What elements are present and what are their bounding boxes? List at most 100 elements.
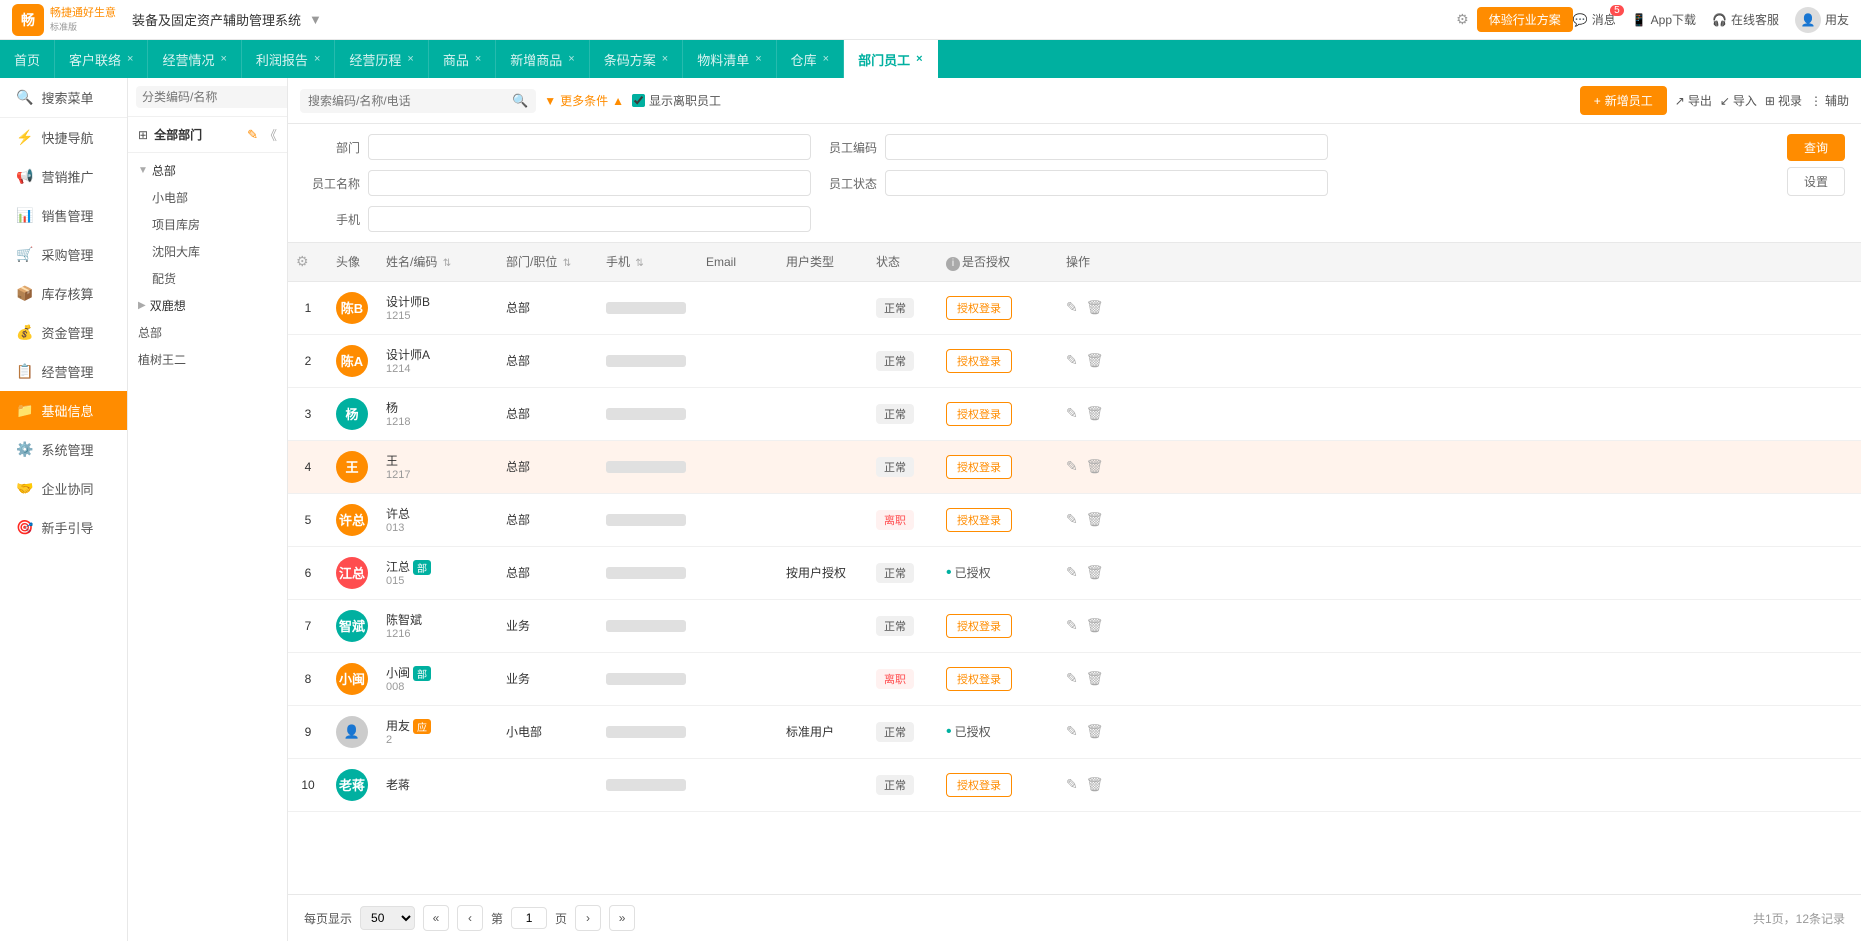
edit-icon[interactable]: ✎ [1066,617,1078,634]
page-input[interactable] [511,907,547,929]
query-button[interactable]: 查询 [1787,134,1845,161]
auth-button[interactable]: 授权登录 [946,402,1012,426]
per-page-select[interactable]: 50 100 [360,906,415,930]
sidebar-item-collab[interactable]: 🤝 企业协同 [0,469,127,508]
trial-button[interactable]: 体验行业方案 [1477,7,1573,32]
close-icon[interactable]: × [475,53,481,65]
col-settings-icon[interactable]: ⚙ [296,253,309,269]
col-dept-position[interactable]: 部门/职位 ⇅ [498,243,598,281]
search-submit-icon[interactable]: 🔍 [512,93,528,109]
dept-collapse-icon[interactable]: 《 [264,125,277,144]
dept-filter-select[interactable] [368,134,811,160]
auth-button[interactable]: 授权登录 [946,455,1012,479]
prev-page-button[interactable]: ‹ [457,905,483,931]
dept-edit-icon[interactable]: ✎ [247,127,258,143]
more-button[interactable]: ⋮ 辅助 [1810,92,1849,109]
emp-status-filter-select[interactable] [885,170,1328,196]
tab-barcode[interactable]: 条码方案 × [590,40,683,78]
close-icon[interactable]: × [127,53,133,65]
view-button[interactable]: ⊞ 视录 [1765,92,1802,109]
sidebar-item-finance[interactable]: 💰 资金管理 [0,313,127,352]
sidebar-item-system[interactable]: ⚙️ 系统管理 [0,430,127,469]
dept-node-zongbu[interactable]: 总部 [128,319,287,346]
dept-node-peihuo[interactable]: 配货 [128,265,287,292]
col-name-code[interactable]: 姓名/编码 ⇅ [378,243,498,281]
sidebar-item-guide[interactable]: 🎯 新手引导 [0,508,127,547]
user-area[interactable]: 👤 用友 [1795,7,1849,33]
edit-icon[interactable]: ✎ [1066,564,1078,581]
close-icon[interactable]: × [568,53,574,65]
dept-node-shenyang[interactable]: 沈阳大库 [128,238,287,265]
emp-name-filter-input[interactable] [368,170,811,196]
close-icon[interactable]: × [755,53,761,65]
tab-profit[interactable]: 利润报告 × [242,40,335,78]
import-button[interactable]: ↙ 导入 [1720,92,1757,109]
col-phone[interactable]: 手机 ⇅ [598,243,698,281]
title-dropdown-arrow[interactable]: ▼ [309,12,322,27]
sidebar-item-basic[interactable]: 📁 基础信息 [0,391,127,430]
auth-button[interactable]: 授权登录 [946,614,1012,638]
edit-icon[interactable]: ✎ [1066,723,1078,740]
delete-icon[interactable]: 🗑 [1086,670,1104,687]
edit-icon[interactable]: ✎ [1066,405,1078,422]
dept-node-zhishu[interactable]: 植树王二 [128,346,287,373]
edit-icon[interactable]: ✎ [1066,511,1078,528]
edit-icon[interactable]: ✎ [1066,352,1078,369]
show-resigned-checkbox[interactable] [632,94,645,107]
delete-icon[interactable]: 🗑 [1086,458,1104,475]
close-icon[interactable]: × [916,53,922,65]
setup-button[interactable]: 设置 [1787,167,1845,196]
sidebar-item-search[interactable]: 🔍 搜索菜单 [0,78,127,117]
close-icon[interactable]: × [314,53,320,65]
tab-bom[interactable]: 物料清单 × [683,40,776,78]
tab-customer[interactable]: 客户联络 × [55,40,148,78]
close-icon[interactable]: × [220,53,226,65]
close-icon[interactable]: × [662,53,668,65]
dept-group-header[interactable]: ▼ 总部 [128,157,287,184]
auth-button[interactable]: 授权登录 [946,349,1012,373]
export-button[interactable]: ↗ 导出 [1675,92,1712,109]
phone-filter-input[interactable] [368,206,811,232]
emp-code-filter-input[interactable] [885,134,1328,160]
edit-icon[interactable]: ✎ [1066,670,1078,687]
last-page-button[interactable]: » [609,905,635,931]
delete-icon[interactable]: 🗑 [1086,617,1104,634]
sidebar-item-sales[interactable]: 📊 销售管理 [0,196,127,235]
close-icon[interactable]: × [407,53,413,65]
auth-button[interactable]: 授权登录 [946,667,1012,691]
tab-home[interactable]: 首页 [0,40,55,78]
close-icon[interactable]: × [823,53,829,65]
search-input[interactable] [308,94,508,108]
tab-history[interactable]: 经营历程 × [335,40,428,78]
dept-node-xiangmu[interactable]: 项目库房 [128,211,287,238]
edit-icon[interactable]: ✎ [1066,776,1078,793]
show-resigned-label[interactable]: 显示离职员工 [632,92,721,109]
tab-warehouse[interactable]: 仓库 × [777,40,844,78]
auth-button[interactable]: 授权登录 [946,508,1012,532]
auth-button[interactable]: 授权登录 [946,773,1012,797]
sidebar-item-purchase[interactable]: 🛒 采购管理 [0,235,127,274]
delete-icon[interactable]: 🗑 [1086,405,1104,422]
delete-icon[interactable]: 🗑 [1086,352,1104,369]
tab-new-goods[interactable]: 新增商品 × [496,40,589,78]
delete-icon[interactable]: 🗑 [1086,776,1104,793]
delete-icon[interactable]: 🗑 [1086,511,1104,528]
sidebar-item-marketing[interactable]: 📢 营销推广 [0,157,127,196]
dept-node-xiaodibu[interactable]: 小电部 [128,184,287,211]
first-page-button[interactable]: « [423,905,449,931]
sidebar-item-inventory[interactable]: 📦 库存核算 [0,274,127,313]
sidebar-item-operations[interactable]: 📋 经营管理 [0,352,127,391]
delete-icon[interactable]: 🗑 [1086,723,1104,740]
online-service-button[interactable]: 🎧 在线客服 [1712,11,1779,28]
next-page-button[interactable]: › [575,905,601,931]
delete-icon[interactable]: 🗑 [1086,299,1104,316]
more-conditions-button[interactable]: ▼ 更多条件 ▲ [544,92,624,109]
dept-group-header2[interactable]: ▶ 双鹿想 [128,292,287,319]
delete-icon[interactable]: 🗑 [1086,564,1104,581]
add-employee-button[interactable]: + 新增员工 [1580,86,1667,115]
gear-button[interactable]: ⚙ [1456,11,1469,28]
sidebar-item-quicknav[interactable]: ⚡ 快捷导航 [0,118,127,157]
edit-icon[interactable]: ✎ [1066,299,1078,316]
auth-button[interactable]: 授权登录 [946,296,1012,320]
tab-goods[interactable]: 商品 × [429,40,496,78]
